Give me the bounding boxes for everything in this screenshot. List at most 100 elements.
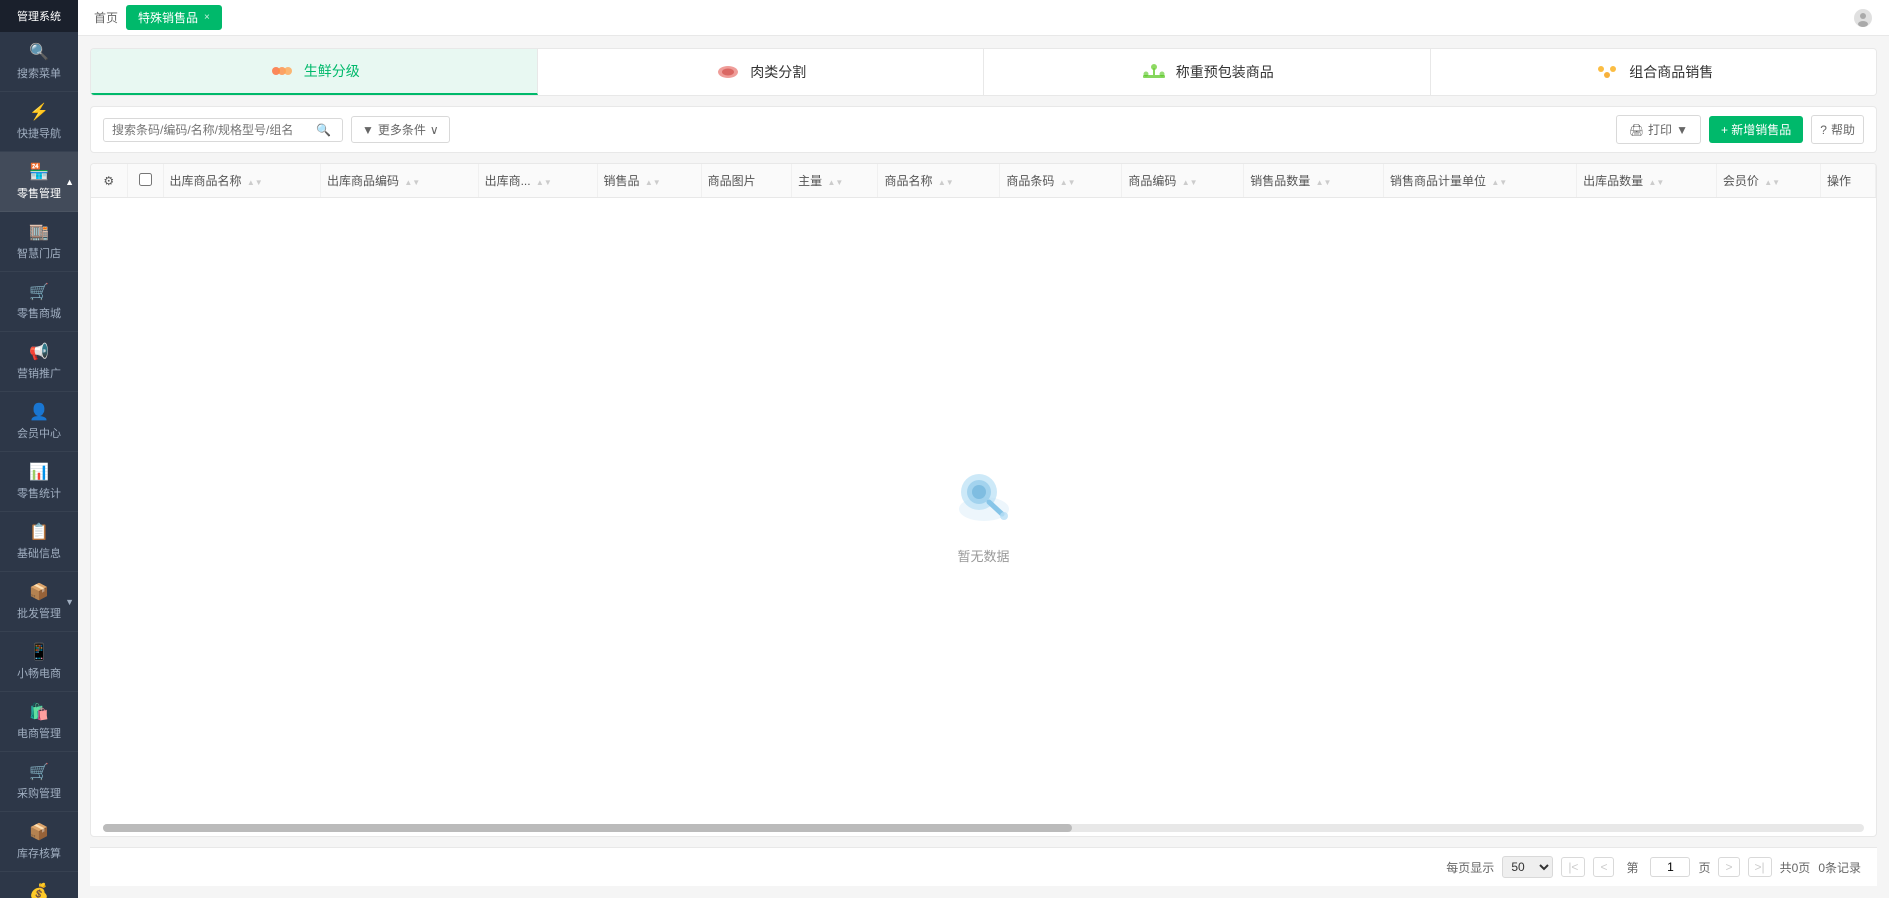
sidebar-item-retailstat[interactable]: 📊 零售统计 bbox=[0, 452, 78, 512]
tab-combo-label: 组合商品销售 bbox=[1629, 62, 1713, 82]
sort-icon: ▲▼ bbox=[404, 178, 420, 187]
th-outspec[interactable]: 出库商... ▲▼ bbox=[478, 164, 597, 198]
select-all-checkbox[interactable] bbox=[139, 173, 152, 186]
last-page-btn[interactable]: >| bbox=[1748, 857, 1772, 877]
help-button[interactable]: ? 帮助 bbox=[1811, 115, 1864, 144]
combo-icon bbox=[1593, 62, 1621, 82]
new-button[interactable]: + 新增销售品 bbox=[1709, 116, 1803, 143]
th-saleqty[interactable]: 销售品数量 ▲▼ bbox=[1244, 164, 1384, 198]
sidebar-item-ecommerce[interactable]: 🛍️ 电商管理 bbox=[0, 692, 78, 752]
tab-fresh-label: 生鲜分级 bbox=[304, 61, 360, 81]
table-header-row: ⚙ 出库商品名称 ▲▼ 出库商品编码 ▲▼ bbox=[91, 164, 1876, 198]
search-box[interactable]: 🔍 bbox=[103, 118, 343, 142]
th-outname-label: 出库商品名称 bbox=[170, 174, 242, 188]
sidebar: 管理系统 🔍 搜索菜单 ⚡ 快捷导航 🏪 零售管理 ▲ 🏬 智慧门店 🛒 零售商… bbox=[0, 0, 78, 898]
sidebar-item-label: 智慧门店 bbox=[17, 245, 61, 261]
sidebar-item-purchase[interactable]: 🛒 采购管理 bbox=[0, 752, 78, 812]
help-icon: ? bbox=[1820, 123, 1827, 137]
printer-icon: 🖨 bbox=[1629, 123, 1644, 137]
th-barcode[interactable]: 商品条码 ▲▼ bbox=[1000, 164, 1122, 198]
prev-page-btn[interactable]: < bbox=[1593, 857, 1614, 877]
tab-scale-label: 称重预包装商品 bbox=[1176, 62, 1274, 82]
th-memberprice[interactable]: 会员价 ▲▼ bbox=[1716, 164, 1820, 198]
th-goodsname[interactable]: 商品名称 ▲▼ bbox=[878, 164, 1000, 198]
topnav-current-tab[interactable]: 特殊销售品 × bbox=[126, 5, 222, 30]
th-mainunit[interactable]: 主量 ▲▼ bbox=[792, 164, 878, 198]
sidebar-item-retailmall[interactable]: 🛒 零售商城 bbox=[0, 272, 78, 332]
sidebar-item-label: 电商管理 bbox=[17, 725, 61, 741]
sort-icon: ▲▼ bbox=[1648, 178, 1664, 187]
filter-button[interactable]: ▼ 更多条件 ∨ bbox=[351, 116, 450, 143]
sidebar-item-label: 快捷导航 bbox=[17, 125, 61, 141]
sidebar-item-miniapp[interactable]: 📱 小畅电商 bbox=[0, 632, 78, 692]
tab-meat[interactable]: 肉类分割 bbox=[538, 49, 985, 95]
retailstat-icon: 📊 bbox=[29, 462, 49, 482]
search-input[interactable] bbox=[112, 123, 312, 137]
filter-icon: ▼ bbox=[362, 123, 374, 137]
settings-icon: ⚙ bbox=[103, 174, 114, 188]
miniapp-icon: 📱 bbox=[29, 642, 49, 662]
th-saleqty-label: 销售品数量 bbox=[1250, 174, 1310, 188]
ecommerce-icon: 🛍️ bbox=[29, 702, 49, 722]
th-saleunit[interactable]: 销售商品计量单位 ▲▼ bbox=[1383, 164, 1576, 198]
th-checkbox[interactable] bbox=[127, 164, 163, 198]
sidebar-item-smartshop[interactable]: 🏬 智慧门店 bbox=[0, 212, 78, 272]
sort-icon: ▲▼ bbox=[1316, 178, 1332, 187]
table-container: ⚙ 出库商品名称 ▲▼ 出库商品编码 ▲▼ bbox=[90, 163, 1877, 837]
page-number-input[interactable] bbox=[1650, 857, 1690, 877]
th-settings[interactable]: ⚙ bbox=[91, 164, 127, 198]
chevron-down-icon: ▼ bbox=[65, 597, 74, 607]
topnav-right bbox=[1853, 8, 1873, 28]
th-outspec-label: 出库商... bbox=[485, 174, 531, 188]
sidebar-item-member[interactable]: 👤 会员中心 bbox=[0, 392, 78, 452]
fresh-icon bbox=[268, 61, 296, 81]
sidebar-item-quicknav[interactable]: ⚡ 快捷导航 bbox=[0, 92, 78, 152]
wholesale-icon: 📦 bbox=[29, 582, 49, 602]
finance-icon: 💰 bbox=[29, 882, 49, 898]
th-goodscode[interactable]: 商品编码 ▲▼ bbox=[1122, 164, 1244, 198]
horizontal-scrollbar[interactable] bbox=[103, 824, 1864, 832]
th-action: 操作 bbox=[1820, 164, 1875, 198]
sidebar-item-label: 会员中心 bbox=[17, 425, 61, 441]
sidebar-item-search[interactable]: 🔍 搜索菜单 bbox=[0, 32, 78, 92]
search-icon[interactable]: 🔍 bbox=[316, 123, 331, 137]
close-tab-icon[interactable]: × bbox=[204, 12, 210, 23]
print-button[interactable]: 🖨 打印 ▼ bbox=[1616, 115, 1701, 144]
retail-icon: 🏪 bbox=[29, 162, 49, 182]
sidebar-item-wholesale[interactable]: 📦 批发管理 ▼ bbox=[0, 572, 78, 632]
inventory-icon: 📦 bbox=[29, 822, 49, 842]
sidebar-item-finance[interactable]: 💰 资金管理 bbox=[0, 872, 78, 898]
th-outcode[interactable]: 出库商品编码 ▲▼ bbox=[321, 164, 479, 198]
th-salesitem[interactable]: 销售品 ▲▼ bbox=[597, 164, 701, 198]
th-saleunit-label: 销售商品计量单位 bbox=[1390, 174, 1486, 188]
smartshop-icon: 🏬 bbox=[29, 222, 49, 242]
tab-label: 特殊销售品 bbox=[138, 9, 198, 26]
tab-fresh[interactable]: 生鲜分级 bbox=[91, 49, 538, 95]
tab-combo[interactable]: 组合商品销售 bbox=[1431, 49, 1877, 95]
total-pages-label: 共0页 bbox=[1780, 859, 1811, 876]
th-outqty[interactable]: 出库品数量 ▲▼ bbox=[1577, 164, 1717, 198]
data-table: ⚙ 出库商品名称 ▲▼ 出库商品编码 ▲▼ bbox=[91, 164, 1876, 198]
th-outcode-label: 出库商品编码 bbox=[327, 174, 399, 188]
sidebar-item-retail[interactable]: 🏪 零售管理 ▲ bbox=[0, 152, 78, 212]
toolbar: 🔍 ▼ 更多条件 ∨ 🖨 打印 ▼ + 新增销售品 ? bbox=[90, 106, 1877, 153]
th-outqty-label: 出库品数量 bbox=[1583, 174, 1643, 188]
next-page-btn[interactable]: > bbox=[1718, 857, 1739, 877]
sort-icon: ▲▼ bbox=[1764, 178, 1780, 187]
sidebar-logo: 管理系统 bbox=[0, 0, 78, 32]
sort-icon: ▲▼ bbox=[247, 178, 263, 187]
print-label: 打印 bbox=[1648, 121, 1672, 138]
sidebar-item-marketing[interactable]: 📢 营销推广 bbox=[0, 332, 78, 392]
first-page-btn[interactable]: |< bbox=[1561, 857, 1585, 877]
retailmall-icon: 🛒 bbox=[29, 282, 49, 302]
pagination: 每页显示 50 10 20 100 |< < 第 页 > >| 共0页 0条记录 bbox=[90, 847, 1877, 886]
sidebar-item-inventory[interactable]: 📦 库存核算 bbox=[0, 812, 78, 872]
scrollbar-thumb[interactable] bbox=[103, 824, 1072, 832]
th-outname[interactable]: 出库商品名称 ▲▼ bbox=[163, 164, 321, 198]
category-tabs: 生鲜分级 肉类分割 bbox=[90, 48, 1877, 96]
chevron-icon: ▲ bbox=[65, 177, 74, 187]
per-page-select[interactable]: 50 10 20 100 bbox=[1502, 856, 1553, 878]
topnav-home-link[interactable]: 首页 bbox=[94, 9, 118, 26]
tab-scale[interactable]: 称重预包装商品 bbox=[984, 49, 1431, 95]
sidebar-item-basicinfo[interactable]: 📋 基础信息 bbox=[0, 512, 78, 572]
